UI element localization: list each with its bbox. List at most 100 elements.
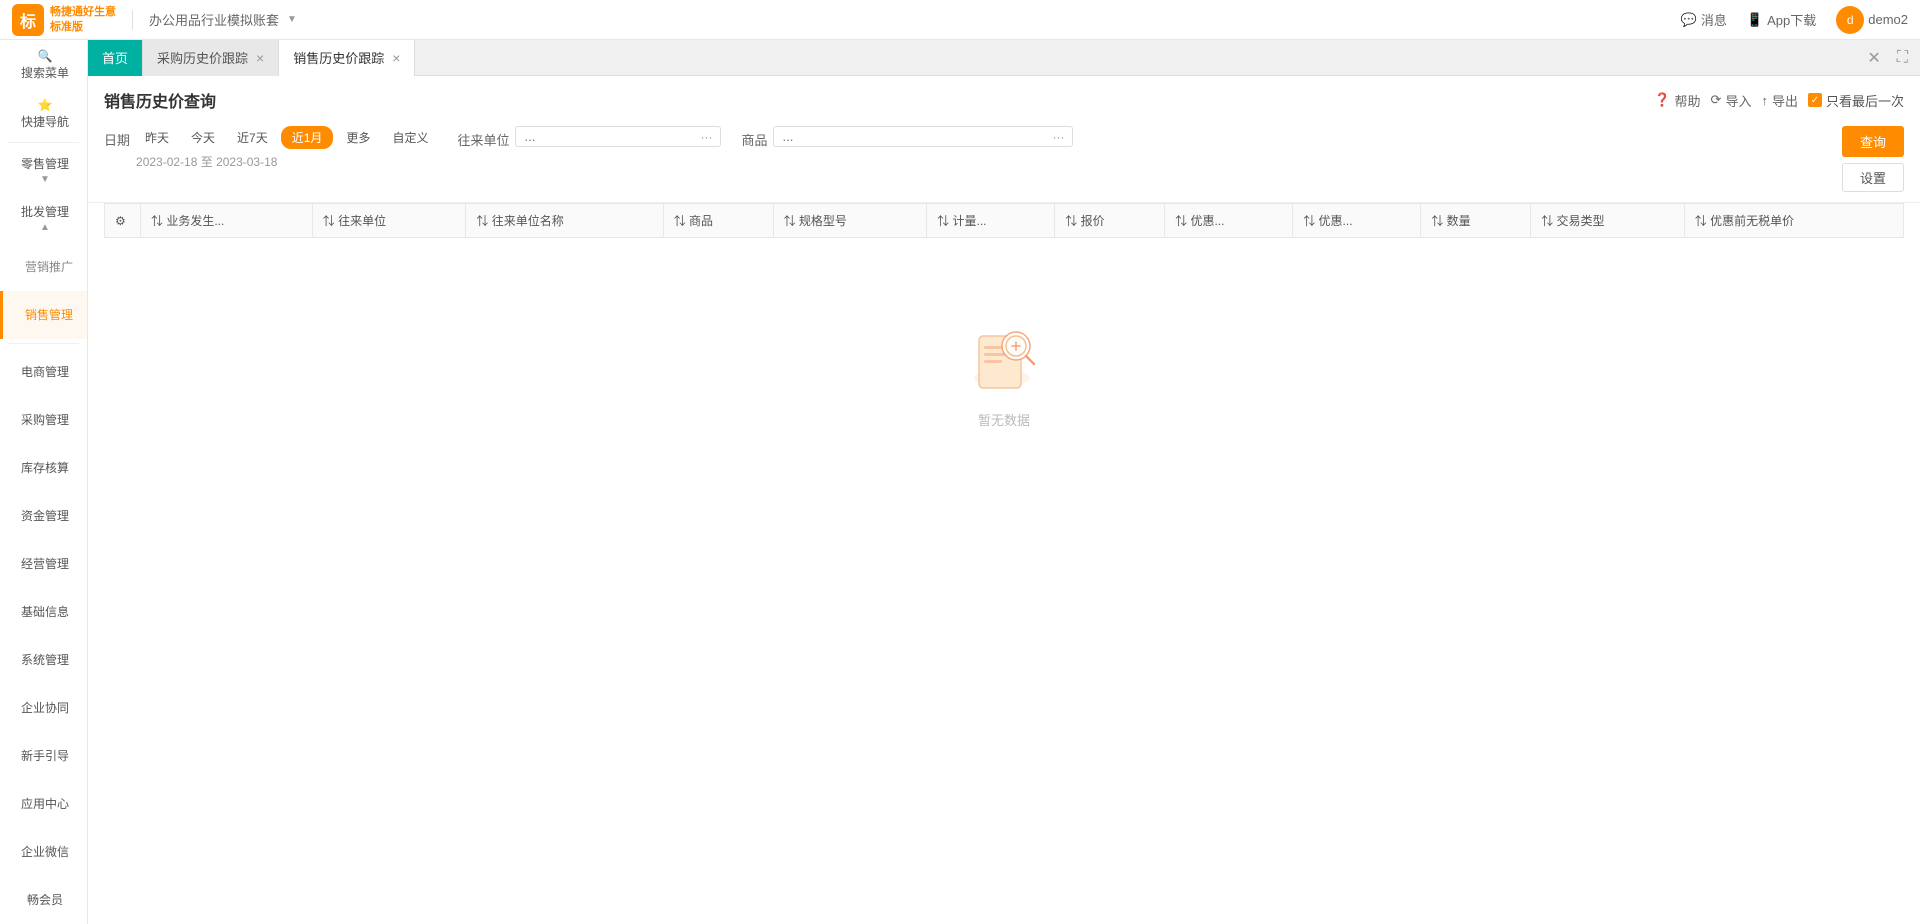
message-icon: 💬	[1681, 12, 1697, 28]
sidebar-item-finance[interactable]: 资金管理	[0, 492, 87, 540]
logo-icon: 标	[12, 4, 44, 36]
tab-sales-history-close[interactable]: ×	[392, 50, 400, 66]
date-btn-1month[interactable]: 近1月	[281, 126, 334, 149]
user-menu-button[interactable]: d demo2	[1836, 6, 1908, 34]
sidebar-label-wholesale: 批发管理	[21, 204, 69, 221]
partner-input[interactable]	[524, 129, 700, 144]
partner-input-wrapper: ···	[515, 126, 721, 147]
import-button[interactable]: ⟳ 导入	[1711, 91, 1752, 110]
sidebar-label-basic-info: 基础信息	[21, 604, 69, 621]
app-logo: 标 畅捷通好生意标准版	[12, 4, 116, 36]
goods-filter: 商品 ···	[741, 126, 1073, 149]
export-label: 导出	[1772, 91, 1798, 110]
col-trade-type-label: ⇅ 交易类型	[1541, 214, 1604, 228]
col-biz-date[interactable]: ⇅ 业务发生...	[141, 204, 313, 238]
sidebar-item-app-center[interactable]: 应用中心	[0, 780, 87, 828]
sidebar-label-inventory: 库存核算	[21, 460, 69, 477]
tab-sales-history[interactable]: 销售历史价跟踪 ×	[279, 40, 415, 76]
help-button[interactable]: ❓ 帮助	[1654, 91, 1700, 110]
sidebar-item-guide[interactable]: 新手引导	[0, 732, 87, 780]
help-label: 帮助	[1675, 91, 1701, 110]
col-discount1-label: ⇅ 优惠...	[1175, 214, 1224, 228]
col-trade-type[interactable]: ⇅ 交易类型	[1531, 204, 1685, 238]
only-last-checkbox[interactable]: ✓ 只看最后一次	[1808, 91, 1904, 110]
sidebar-item-system[interactable]: 系统管理	[0, 636, 87, 684]
col-pre-tax-price[interactable]: ⇅ 优惠前无税单价	[1684, 204, 1903, 238]
tab-home[interactable]: 首页	[88, 40, 143, 76]
col-quote[interactable]: ⇅ 报价	[1055, 204, 1165, 238]
sidebar-item-marketing[interactable]: 营销推广	[0, 243, 87, 291]
sidebar-item-member[interactable]: 畅会员	[0, 876, 87, 924]
col-unit-label: ⇅ 计量...	[937, 214, 986, 228]
setting-button[interactable]: 设置	[1842, 163, 1904, 192]
sidebar-item-wholesale[interactable]: 批发管理 ▲	[0, 195, 87, 243]
query-button[interactable]: 查询	[1842, 126, 1904, 157]
sidebar-item-search[interactable]: 🔍 搜索菜单	[0, 40, 87, 89]
export-button[interactable]: ↑ 导出	[1761, 91, 1798, 110]
col-biz-date-label: ⇅ 业务发生...	[151, 214, 224, 228]
col-discount2[interactable]: ⇅ 优惠...	[1293, 204, 1421, 238]
quick-nav-icon: ⭐	[38, 97, 53, 114]
tab-fullscreen-button[interactable]: ⛶	[1893, 45, 1912, 71]
sidebar-divider-1	[8, 142, 79, 143]
tab-close-all-button[interactable]: ✕	[1863, 44, 1884, 72]
sidebar-item-enterprise[interactable]: 企业协同	[0, 684, 87, 732]
top-bar-right: 💬 消息 📱 App下载 d demo2	[1681, 6, 1908, 34]
col-goods[interactable]: ⇅ 商品	[663, 204, 773, 238]
sidebar-item-basic-info[interactable]: 基础信息	[0, 588, 87, 636]
retail-arrow: ▼	[40, 173, 50, 187]
date-buttons-row: 昨天 今天 近7天 近1月 更多 自定义	[136, 126, 437, 149]
goods-input[interactable]	[782, 129, 1052, 144]
date-filter-label: 日期	[104, 126, 130, 149]
sidebar-item-quick-nav[interactable]: ⭐ 快捷导航	[0, 89, 87, 138]
date-btn-more[interactable]: 更多	[337, 126, 379, 149]
tab-purchase-history[interactable]: 采购历史价跟踪 ×	[143, 40, 279, 76]
col-partner-name-label: ⇅ 往来单位名称	[476, 214, 563, 228]
date-btn-7days[interactable]: 近7天	[228, 126, 277, 149]
partner-more-icon[interactable]: ···	[700, 130, 712, 144]
main-layout: 🔍 搜索菜单 ⭐ 快捷导航 零售管理 ▼ 批发管理 ▲ 营销推广 销售管理 电商…	[0, 40, 1920, 924]
goods-more-icon[interactable]: ···	[1052, 130, 1064, 144]
goods-filter-label: 商品	[741, 126, 767, 149]
date-filter: 日期 昨天 今天 近7天 近1月 更多 自定义 2023-02-18 至 202…	[104, 126, 437, 170]
sidebar-item-ecommerce[interactable]: 电商管理	[0, 348, 87, 396]
sidebar-item-enterprise-wechat[interactable]: 企业微信	[0, 828, 87, 876]
col-gear[interactable]: ⚙	[105, 204, 141, 238]
tab-sales-history-label: 销售历史价跟踪	[293, 48, 384, 67]
sidebar-label-marketing: 营销推广	[25, 259, 73, 276]
title-dropdown-icon[interactable]: ▼	[287, 14, 297, 25]
page-content: 销售历史价查询 ❓ 帮助 ⟳ 导入 ↑ 导出 ✓	[88, 76, 1920, 924]
date-btn-yesterday[interactable]: 昨天	[136, 126, 178, 149]
import-icon: ⟳	[1711, 92, 1722, 108]
message-button[interactable]: 💬 消息	[1681, 10, 1727, 29]
col-partner-name[interactable]: ⇅ 往来单位名称	[466, 204, 663, 238]
date-btn-today[interactable]: 今天	[182, 126, 224, 149]
date-btn-custom[interactable]: 自定义	[383, 126, 437, 149]
sidebar-item-purchase[interactable]: 采购管理	[0, 396, 87, 444]
import-label: 导入	[1725, 91, 1751, 110]
empty-icon	[964, 318, 1044, 398]
sidebar-item-sales-mgmt[interactable]: 销售管理	[0, 291, 87, 339]
sidebar-item-inventory[interactable]: 库存核算	[0, 444, 87, 492]
empty-text: 暂无数据	[978, 410, 1030, 429]
col-partner-code[interactable]: ⇅ 往来单位	[312, 204, 466, 238]
sidebar-label-sales-mgmt: 销售管理	[25, 307, 73, 324]
app-download-icon: 📱	[1747, 12, 1763, 28]
sidebar-item-retail[interactable]: 零售管理 ▼	[0, 147, 87, 195]
sidebar-label-ecommerce: 电商管理	[21, 364, 69, 381]
col-unit[interactable]: ⇅ 计量...	[927, 204, 1055, 238]
tab-purchase-history-close[interactable]: ×	[256, 50, 264, 66]
col-spec[interactable]: ⇅ 规格型号	[773, 204, 927, 238]
col-quantity[interactable]: ⇅ 数量	[1421, 204, 1531, 238]
top-bar-separator	[132, 10, 133, 30]
top-bar-left: 标 畅捷通好生意标准版 办公用品行业模拟账套 ▼	[12, 4, 297, 36]
col-discount1[interactable]: ⇅ 优惠...	[1165, 204, 1293, 238]
sidebar-label-member: 畅会员	[27, 892, 63, 909]
page-header-row: 销售历史价查询 ❓ 帮助 ⟳ 导入 ↑ 导出 ✓	[88, 76, 1920, 120]
app-download-button[interactable]: 📱 App下载	[1747, 10, 1816, 29]
sidebar-item-operations[interactable]: 经营管理	[0, 540, 87, 588]
sidebar-label-search: 搜索菜单	[21, 65, 69, 82]
filter-section: 日期 昨天 今天 近7天 近1月 更多 自定义 2023-02-18 至 202…	[88, 120, 1920, 203]
sidebar-label-enterprise-wechat: 企业微信	[21, 844, 69, 861]
col-pre-tax-price-label: ⇅ 优惠前无税单价	[1695, 214, 1794, 228]
